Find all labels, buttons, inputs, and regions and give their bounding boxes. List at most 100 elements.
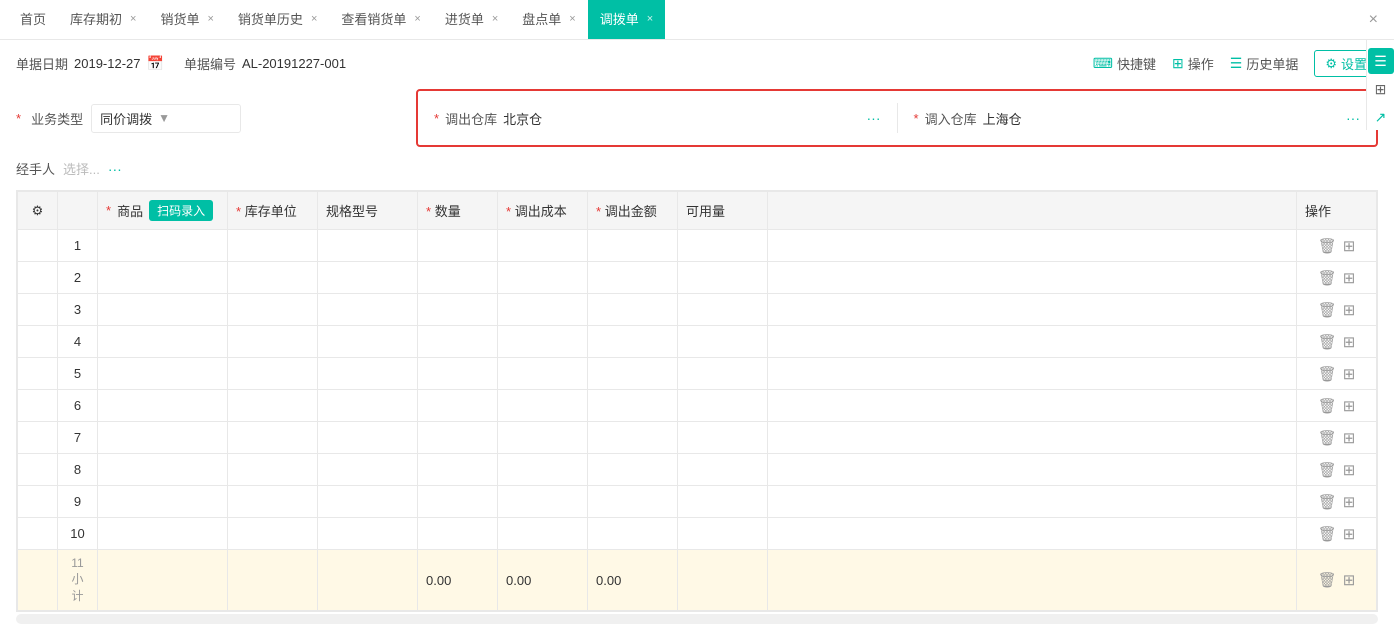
tab-inventory-check-close[interactable]: × [569, 13, 575, 25]
tab-inventory-check[interactable]: 盘点单 × [510, 0, 587, 39]
td-product-9[interactable] [98, 486, 228, 518]
td-cost-1[interactable] [498, 230, 588, 262]
tab-inventory-init[interactable]: 库存期初 × [58, 0, 148, 39]
td-unit-9 [228, 486, 318, 518]
tab-transfer-close[interactable]: × [647, 13, 653, 25]
doc-value: AL-20191227-001 [242, 56, 346, 71]
td-product-3[interactable] [98, 294, 228, 326]
td-cost-6[interactable] [498, 390, 588, 422]
td-cost-10[interactable] [498, 518, 588, 550]
td-qty-5[interactable] [418, 358, 498, 390]
copy-row-3-icon[interactable]: ⊞ [1343, 301, 1356, 319]
td-product-1[interactable] [98, 230, 228, 262]
td-cost-7[interactable] [498, 422, 588, 454]
sidebar-grid-icon[interactable]: ⊞ [1368, 76, 1394, 102]
tab-purchase[interactable]: 进货单 × [433, 0, 510, 39]
tab-view-sales-close[interactable]: × [414, 13, 420, 25]
td-index-11: 11小计 [58, 550, 98, 611]
delete-row-2-icon[interactable]: 🗑 [1318, 269, 1337, 287]
td-qty-9[interactable] [418, 486, 498, 518]
copy-row-11-icon[interactable]: ⊞ [1343, 571, 1356, 589]
td-product-10[interactable] [98, 518, 228, 550]
in-warehouse-more-icon[interactable]: ··· [1346, 110, 1360, 126]
td-cost-3[interactable] [498, 294, 588, 326]
delete-row-6-icon[interactable]: 🗑 [1318, 397, 1337, 415]
tab-sales-order[interactable]: 销货单 × [148, 0, 225, 39]
td-qty-8[interactable] [418, 454, 498, 486]
copy-row-10-icon[interactable]: ⊞ [1343, 525, 1356, 543]
tab-inventory-init-close[interactable]: × [130, 13, 136, 25]
td-product-4[interactable] [98, 326, 228, 358]
td-cost-8[interactable] [498, 454, 588, 486]
copy-row-2-icon[interactable]: ⊞ [1343, 269, 1356, 287]
delete-row-1-icon[interactable]: 🗑 [1318, 237, 1337, 255]
td-qty-1[interactable] [418, 230, 498, 262]
business-type-select[interactable]: 同价调拨 ▼ [91, 104, 241, 133]
horizontal-scrollbar[interactable] [16, 614, 1378, 624]
settings-label: 设置 [1341, 54, 1367, 73]
tab-view-sales[interactable]: 查看销货单 × [329, 0, 432, 39]
td-qty-2[interactable] [418, 262, 498, 294]
history-action[interactable]: ☰ 历史单据 [1230, 54, 1299, 73]
td-qty-6[interactable] [418, 390, 498, 422]
td-cost-5[interactable] [498, 358, 588, 390]
td-product-7[interactable] [98, 422, 228, 454]
sidebar-export-icon[interactable]: ↗ [1368, 104, 1394, 130]
delete-row-9-icon[interactable]: 🗑 [1318, 493, 1337, 511]
tab-sales-history[interactable]: 销货单历史 × [226, 0, 329, 39]
copy-row-6-icon[interactable]: ⊞ [1343, 397, 1356, 415]
delete-row-11-icon[interactable]: 🗑 [1318, 571, 1337, 589]
person-label: 经手人 [16, 159, 55, 178]
tab-transfer[interactable]: 调拨单 × [588, 0, 665, 39]
td-amount-7 [588, 422, 678, 454]
th-amount-label: 调出金额 [605, 204, 657, 219]
doc-label: 单据编号 [184, 54, 236, 73]
person-select[interactable]: 选择... [63, 159, 100, 178]
td-qty-10[interactable] [418, 518, 498, 550]
td-cost-4[interactable] [498, 326, 588, 358]
tab-sales-order-close[interactable]: × [207, 13, 213, 25]
delete-row-7-icon[interactable]: 🗑 [1318, 429, 1337, 447]
table-row: 6 🗑 ⊞ [18, 390, 1377, 422]
delete-row-3-icon[interactable]: 🗑 [1318, 301, 1337, 319]
td-qty-3[interactable] [418, 294, 498, 326]
th-settings[interactable]: ⚙ [18, 192, 58, 230]
delete-row-10-icon[interactable]: 🗑 [1318, 525, 1337, 543]
td-cost-9[interactable] [498, 486, 588, 518]
shortcuts-action[interactable]: ⌨ 快捷键 [1093, 54, 1156, 73]
scan-button[interactable]: 扫码录入 [149, 200, 213, 221]
tab-sales-history-close[interactable]: × [311, 13, 317, 25]
table-container: ⚙ * 商品 扫码录入 * 库存单位 [16, 190, 1378, 612]
td-qty-4[interactable] [418, 326, 498, 358]
tab-purchase-close[interactable]: × [492, 13, 498, 25]
td-empty-10 [768, 518, 1297, 550]
td-unit-7 [228, 422, 318, 454]
calendar-icon[interactable]: 📅 [147, 55, 164, 72]
td-action-10: 🗑 ⊞ [1297, 518, 1377, 550]
out-warehouse-more-icon[interactable]: ··· [867, 110, 881, 126]
td-product-5[interactable] [98, 358, 228, 390]
td-product-2[interactable] [98, 262, 228, 294]
copy-row-8-icon[interactable]: ⊞ [1343, 461, 1356, 479]
delete-row-8-icon[interactable]: 🗑 [1318, 461, 1337, 479]
tab-home[interactable]: 首页 [8, 0, 58, 39]
table-row: 7 🗑 ⊞ [18, 422, 1377, 454]
copy-row-1-icon[interactable]: ⊞ [1343, 237, 1356, 255]
operations-action[interactable]: ⊞ 操作 [1172, 54, 1214, 73]
td-product-8[interactable] [98, 454, 228, 486]
copy-row-5-icon[interactable]: ⊞ [1343, 365, 1356, 383]
delete-row-5-icon[interactable]: 🗑 [1318, 365, 1337, 383]
form-header: 单据日期 2019-12-27 📅 单据编号 AL-20191227-001 ⌨… [16, 50, 1378, 77]
sidebar-list-icon[interactable]: ☰ [1368, 48, 1394, 74]
person-more-icon[interactable]: ··· [108, 161, 122, 177]
td-product-6[interactable] [98, 390, 228, 422]
td-cost-2[interactable] [498, 262, 588, 294]
copy-row-7-icon[interactable]: ⊞ [1343, 429, 1356, 447]
td-index-9: 9 [58, 486, 98, 518]
td-index-7: 7 [58, 422, 98, 454]
copy-row-4-icon[interactable]: ⊞ [1343, 333, 1356, 351]
delete-row-4-icon[interactable]: 🗑 [1318, 333, 1337, 351]
copy-row-9-icon[interactable]: ⊞ [1343, 493, 1356, 511]
td-qty-7[interactable] [418, 422, 498, 454]
tab-bar-close[interactable]: × [1361, 11, 1386, 29]
